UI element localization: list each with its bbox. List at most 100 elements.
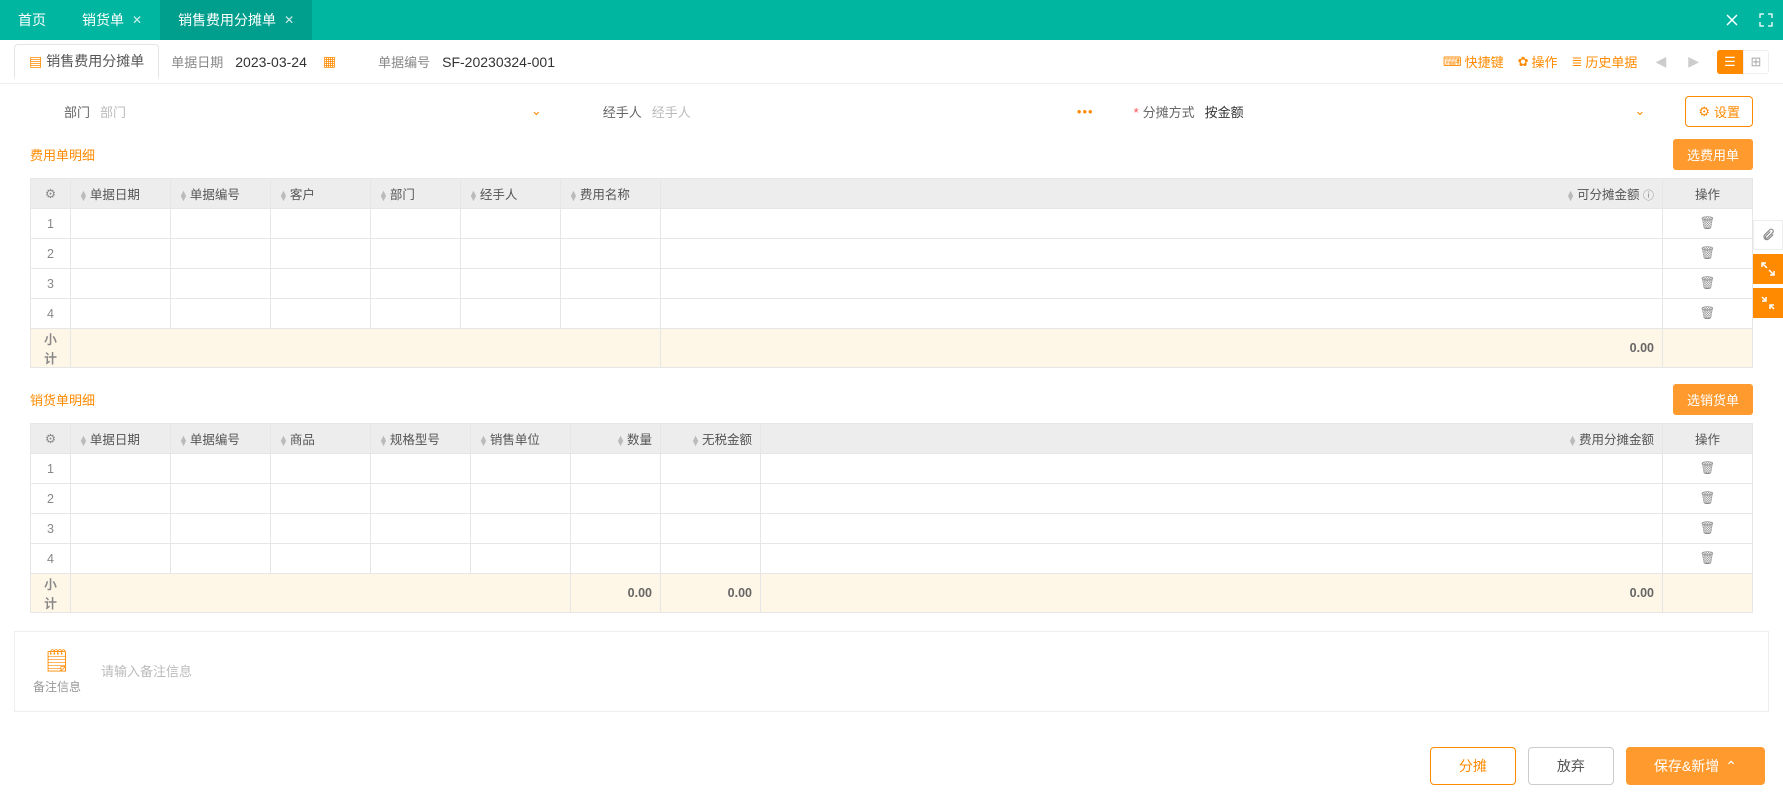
table-row[interactable]: 2🗑 [31,484,1753,514]
save-and-new-button[interactable]: 保存&新增 ⌃ [1626,747,1765,785]
collapse-icon[interactable] [1753,288,1783,318]
tab-label: 销售费用分摊单 [178,10,276,30]
docno-value: SF-20230324-001 [442,54,555,70]
gear-icon: ✿ [1518,54,1529,70]
remarks-section: 🗒 备注信息 [14,631,1769,712]
history-icon: ≣ [1572,54,1583,70]
more-icon[interactable]: ••• [1077,104,1094,119]
allocation-method-value: 按金额 [1205,102,1244,121]
col-notax-amount[interactable]: 无税金额 [702,433,752,447]
history-link[interactable]: ≣ 历史单据 [1572,52,1638,71]
help-icon[interactable]: ⓘ [1643,190,1654,202]
table-settings-header[interactable]: ⚙ [31,424,71,454]
chevron-down-icon[interactable]: ⌄ [1634,103,1645,119]
sales-detail-table: ⚙ ▲▼单据日期 ▲▼单据编号 ▲▼商品 ▲▼规格型号 ▲▼销售单位 ▲▼数量 … [30,423,1753,613]
delete-row-icon[interactable]: 🗑 [1700,551,1716,565]
col-unit[interactable]: 销售单位 [490,433,540,447]
col-date[interactable]: 单据日期 [90,188,140,202]
next-record-button[interactable]: ▶ [1684,51,1703,72]
col-product[interactable]: 商品 [290,433,315,447]
keyboard-icon: ⌨ [1443,54,1462,70]
attachment-icon[interactable] [1753,220,1783,250]
tab-label: 销货单 [82,10,124,30]
tab-bar-right-actions [1715,0,1783,40]
col-qty[interactable]: 数量 [627,433,652,447]
settings-button[interactable]: ⚙ 设置 [1685,96,1753,127]
footer-action-bar: 分摊 放弃 保存&新增 ⌃ [1430,747,1765,785]
handler-label: 经手人 [582,102,642,121]
shortcut-keys-link[interactable]: ⌨ 快捷键 [1443,52,1504,71]
col-alloc-amount[interactable]: 可分摊金额 [1577,188,1640,202]
chevron-down-icon[interactable]: ⌄ [531,103,542,119]
department-field[interactable]: 部门 部门 ⌄ [30,97,542,127]
subtotal-row: 小计 0.00 [31,329,1753,368]
calendar-icon[interactable]: ▦ [323,53,336,70]
prev-record-button[interactable]: ◀ [1651,51,1670,72]
allocate-button[interactable]: 分摊 [1430,747,1516,785]
date-value[interactable]: 2023-03-24 [235,54,307,70]
list-view-icon[interactable]: ☰ [1717,50,1743,74]
allocation-method-field[interactable]: *分摊方式 按金额 ⌄ [1134,97,1646,127]
col-dept[interactable]: 部门 [390,188,415,202]
col-customer[interactable]: 客户 [290,188,315,202]
handler-field[interactable]: 经手人 经手人 ••• [582,97,1094,127]
department-label: 部门 [30,102,90,121]
close-icon[interactable]: ✕ [284,13,294,27]
handler-placeholder: 经手人 [652,102,691,121]
date-label: 单据日期 [171,52,223,71]
col-spec[interactable]: 规格型号 [390,433,440,447]
table-row[interactable]: 4🗑 [31,299,1753,329]
operate-link[interactable]: ✿ 操作 [1518,52,1558,71]
department-placeholder: 部门 [100,102,126,121]
delete-row-icon[interactable]: 🗑 [1700,306,1716,320]
tab-home[interactable]: 首页 [0,0,64,40]
table-row[interactable]: 4🗑 [31,544,1753,574]
document-header-bar: ▤ 销售费用分摊单 单据日期 2023-03-24 ▦ 单据编号 SF-2023… [0,40,1783,84]
tab-sales-order[interactable]: 销货单 ✕ [64,0,160,40]
fullscreen-icon[interactable] [1749,0,1783,40]
table-settings-header[interactable]: ⚙ [31,179,71,209]
grid-view-icon[interactable]: ⊞ [1743,50,1769,74]
delete-row-icon[interactable]: 🗑 [1700,246,1716,260]
select-expense-button[interactable]: 选费用单 [1673,139,1753,170]
remarks-input[interactable] [101,664,1750,679]
filter-row: 部门 部门 ⌄ 经手人 经手人 ••• *分摊方式 按金额 ⌄ ⚙ 设置 [0,84,1783,139]
col-docno[interactable]: 单据编号 [190,433,240,447]
col-expense-name[interactable]: 费用名称 [580,188,630,202]
col-ops: 操作 [1695,433,1720,447]
docno-label: 单据编号 [378,52,430,71]
expand-icon[interactable] [1753,254,1783,284]
document-type-tab[interactable]: ▤ 销售费用分摊单 [14,44,159,79]
header-right-actions: ⌨ 快捷键 ✿ 操作 ≣ 历史单据 ◀ ▶ ☰ ⊞ [1443,50,1769,74]
delete-row-icon[interactable]: 🗑 [1700,216,1716,230]
document-icon: ▤ [29,53,42,70]
close-icon[interactable]: ✕ [132,13,142,27]
col-ops: 操作 [1695,188,1720,202]
document-type-label: 销售费用分摊单 [46,51,144,71]
chevron-up-icon: ⌃ [1725,758,1737,775]
select-sales-button[interactable]: 选销货单 [1673,384,1753,415]
col-docno[interactable]: 单据编号 [190,188,240,202]
table-row[interactable]: 1🗑 [31,209,1753,239]
expense-detail-title: 费用单明细 [30,145,95,164]
side-tool-panel [1753,220,1783,322]
table-row[interactable]: 1🗑 [31,454,1753,484]
table-row[interactable]: 2🗑 [31,239,1753,269]
cancel-button[interactable]: 放弃 [1528,747,1614,785]
tab-sales-expense-alloc[interactable]: 销售费用分摊单 ✕ [160,0,312,40]
expense-detail-table: ⚙ ▲▼单据日期 ▲▼单据编号 ▲▼客户 ▲▼部门 ▲▼经手人 ▲▼费用名称 ▲… [30,178,1753,368]
col-handler[interactable]: 经手人 [480,188,518,202]
delete-row-icon[interactable]: 🗑 [1700,276,1716,290]
view-mode-toggle: ☰ ⊞ [1717,50,1769,74]
gear-icon: ⚙ [1698,104,1710,120]
col-date[interactable]: 单据日期 [90,433,140,447]
delete-row-icon[interactable]: 🗑 [1700,521,1716,535]
table-row[interactable]: 3🗑 [31,514,1753,544]
sales-detail-title: 销货单明细 [30,390,95,409]
col-alloc-amount[interactable]: 费用分摊金额 [1579,433,1654,447]
table-row[interactable]: 3🗑 [31,269,1753,299]
window-close-button[interactable] [1715,0,1749,40]
delete-row-icon[interactable]: 🗑 [1700,491,1716,505]
notes-icon: 🗒 [43,648,71,674]
delete-row-icon[interactable]: 🗑 [1700,461,1716,475]
